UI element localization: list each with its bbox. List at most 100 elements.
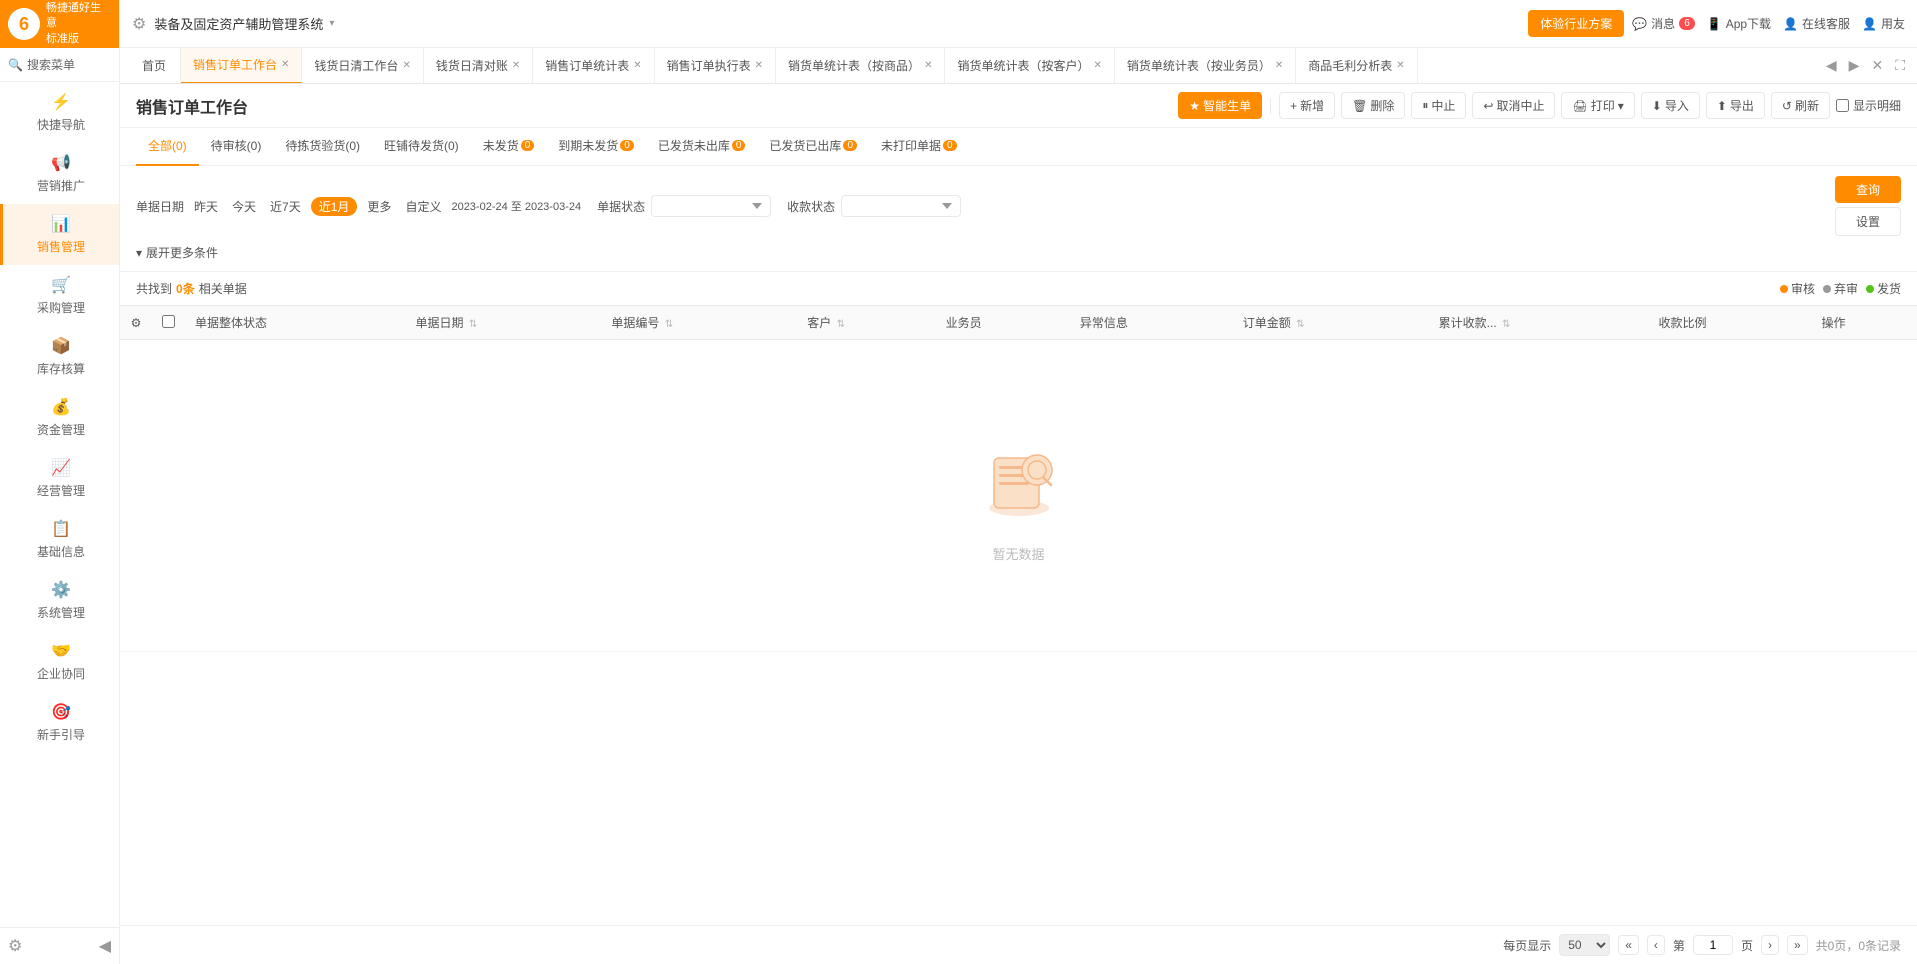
empty-state-cell: 暂无数据: [120, 340, 1917, 652]
tab-profit-analysis-close[interactable]: ✕: [1396, 60, 1404, 71]
tab-cash-daily-close[interactable]: ✕: [402, 60, 410, 71]
sub-tab-wangpu[interactable]: 旺铺待发货(0): [372, 128, 471, 166]
tab-sales-summary-customer-close[interactable]: ✕: [1093, 60, 1101, 71]
tab-sales-workbench-close[interactable]: ✕: [281, 59, 289, 70]
tabs-prev-btn[interactable]: ◀: [1822, 57, 1841, 74]
tab-sales-summary-staff-close[interactable]: ✕: [1275, 60, 1283, 71]
tab-sales-workbench[interactable]: 销售订单工作台 ✕: [181, 48, 302, 84]
app-download-action[interactable]: 📱 App下载: [1707, 15, 1771, 32]
date-filter: 单据日期 昨天 今天 近7天 近1月 更多 自定义 2023-02-24 至 2…: [136, 196, 581, 217]
sidebar-item-marketing[interactable]: 📢 营销推广: [0, 143, 119, 204]
tab-sales-summary-product[interactable]: 销货单统计表（按商品） ✕: [776, 48, 945, 84]
payment-filter: 收款状态: [787, 195, 961, 217]
ship-action[interactable]: 发货: [1866, 280, 1901, 297]
page-label: 第: [1673, 937, 1685, 954]
sidebar-item-basic[interactable]: 📋 基础信息: [0, 509, 119, 570]
tab-home[interactable]: 首页: [128, 48, 181, 84]
tabs-close-all-btn[interactable]: ✕: [1867, 57, 1887, 74]
query-button[interactable]: 查询: [1835, 176, 1901, 203]
import-button[interactable]: ⬇ 导入: [1641, 92, 1700, 119]
system-dropdown-icon[interactable]: ▾: [329, 18, 334, 29]
sidebar-item-purchase[interactable]: 🛒 采购管理: [0, 265, 119, 326]
payment-select[interactable]: [841, 195, 961, 217]
sub-tab-not-shipped[interactable]: 未发货 0: [471, 128, 547, 166]
sub-tab-not-printed[interactable]: 未打印单据 0: [869, 128, 969, 166]
add-button[interactable]: + 新增: [1279, 92, 1335, 119]
sidebar-item-operation[interactable]: 📈 经营管理: [0, 448, 119, 509]
sidebar-item-enterprise[interactable]: 🤝 企业协同: [0, 631, 119, 692]
sort-number-icon[interactable]: ⇅: [665, 319, 673, 330]
next-page-btn[interactable]: ›: [1761, 935, 1779, 955]
suspend-button[interactable]: ⏸ 中止: [1411, 92, 1466, 119]
tab-profit-analysis[interactable]: 商品毛利分析表 ✕: [1296, 48, 1417, 84]
sort-customer-icon[interactable]: ⇅: [837, 319, 845, 330]
date-opt-custom[interactable]: 自定义: [401, 196, 445, 217]
expand-filter-btn[interactable]: ▾ 展开更多条件: [136, 244, 1901, 261]
review-action[interactable]: 审核: [1780, 280, 1815, 297]
tab-sales-summary-customer[interactable]: 销货单统计表（按客户） ✕: [945, 48, 1114, 84]
cancel-suspend-button[interactable]: ↩ 取消中止: [1472, 92, 1555, 119]
sidebar-item-finance[interactable]: 💰 资金管理: [0, 387, 119, 448]
tabs-next-btn[interactable]: ▶: [1845, 57, 1864, 74]
tab-cash-reconcile-close[interactable]: ✕: [512, 60, 520, 71]
settings-bottom-btn[interactable]: ⚙: [8, 936, 22, 956]
tab-cash-reconcile[interactable]: 钱货日清对账 ✕: [424, 48, 533, 84]
page-input[interactable]: [1693, 935, 1733, 955]
sidebar-item-newbie[interactable]: 🎯 新手引导: [0, 692, 119, 753]
online-service-action[interactable]: 👤 在线客服: [1783, 15, 1850, 32]
tab-cash-daily[interactable]: 钱货日清工作台 ✕: [302, 48, 423, 84]
sidebar-item-system[interactable]: ⚙️ 系统管理: [0, 570, 119, 631]
sub-tab-shipped-out[interactable]: 已发货已出库 0: [757, 128, 869, 166]
message-action[interactable]: 💬 消息 6: [1632, 15, 1695, 32]
last-page-btn[interactable]: »: [1787, 935, 1808, 955]
prev-page-btn[interactable]: ‹: [1647, 935, 1665, 955]
export-icon: ⬆: [1717, 99, 1727, 113]
tab-sales-stat[interactable]: 销售订单统计表 ✕: [533, 48, 654, 84]
show-detail-label[interactable]: 显示明细: [1836, 97, 1901, 114]
collapse-btn[interactable]: ◀: [99, 936, 111, 956]
select-all-checkbox[interactable]: [162, 315, 175, 328]
sub-tab-overdue[interactable]: 到期未发货 0: [546, 128, 646, 166]
abandon-action[interactable]: 弃审: [1823, 280, 1858, 297]
show-detail-checkbox[interactable]: [1836, 99, 1849, 112]
date-opt-1month[interactable]: 近1月: [311, 197, 358, 216]
tabs-maximize-btn[interactable]: ⛶: [1891, 57, 1909, 74]
sidebar-search[interactable]: 🔍 搜索菜单: [0, 48, 119, 82]
th-settings[interactable]: ⚙: [120, 306, 152, 340]
solution-button[interactable]: 体验行业方案: [1528, 10, 1624, 37]
date-opt-7days[interactable]: 近7天: [266, 196, 305, 217]
sort-collected-icon[interactable]: ⇅: [1502, 319, 1510, 330]
print-dropdown-icon: ▾: [1618, 99, 1624, 113]
sub-tab-all[interactable]: 全部(0): [136, 128, 199, 166]
print-button[interactable]: 🖨 打印 ▾: [1561, 92, 1634, 119]
sort-date-icon[interactable]: ⇅: [469, 319, 477, 330]
tab-sales-summary-staff[interactable]: 销货单统计表（按业务员） ✕: [1115, 48, 1296, 84]
sidebar-item-inventory[interactable]: 📦 库存核算: [0, 326, 119, 387]
sub-tab-pending-review[interactable]: 待审核(0): [199, 128, 274, 166]
app-icon: 📱: [1707, 17, 1722, 31]
user-action[interactable]: 👤 用友: [1862, 15, 1905, 32]
first-page-btn[interactable]: «: [1618, 935, 1639, 955]
sidebar-item-quick[interactable]: ⚡ 快捷导航: [0, 82, 119, 143]
tab-sales-stat-close[interactable]: ✕: [633, 60, 641, 71]
delete-button[interactable]: 🗑 删除: [1341, 92, 1405, 119]
table-area: 共找到 0条 相关单据 审核 弃审 发货: [120, 272, 1917, 925]
export-button[interactable]: ⬆ 导出: [1706, 92, 1765, 119]
per-page-select[interactable]: 50 10 20 100: [1559, 934, 1610, 956]
date-opt-more[interactable]: 更多: [363, 196, 395, 217]
sub-tab-pending-inspect[interactable]: 待拣货验货(0): [273, 128, 372, 166]
sort-amount-icon[interactable]: ⇅: [1296, 319, 1304, 330]
sidebar-item-sales[interactable]: 📊 销售管理: [0, 204, 119, 265]
smart-create-button[interactable]: ★ 智能生单: [1178, 92, 1262, 119]
setting-button[interactable]: 设置: [1835, 207, 1901, 236]
topbar-gear-icon[interactable]: ⚙: [132, 14, 146, 34]
status-select[interactable]: [651, 195, 771, 217]
th-checkbox: [152, 306, 185, 340]
tab-sales-exec-close[interactable]: ✕: [755, 60, 763, 71]
sub-tab-shipped-not-out[interactable]: 已发货未出库 0: [646, 128, 758, 166]
tab-sales-exec[interactable]: 销售订单执行表 ✕: [655, 48, 776, 84]
date-opt-today[interactable]: 今天: [228, 196, 260, 217]
date-opt-yesterday[interactable]: 昨天: [190, 196, 222, 217]
tab-sales-summary-product-close[interactable]: ✕: [924, 60, 932, 71]
refresh-button[interactable]: ↺ 刷新: [1771, 92, 1830, 119]
